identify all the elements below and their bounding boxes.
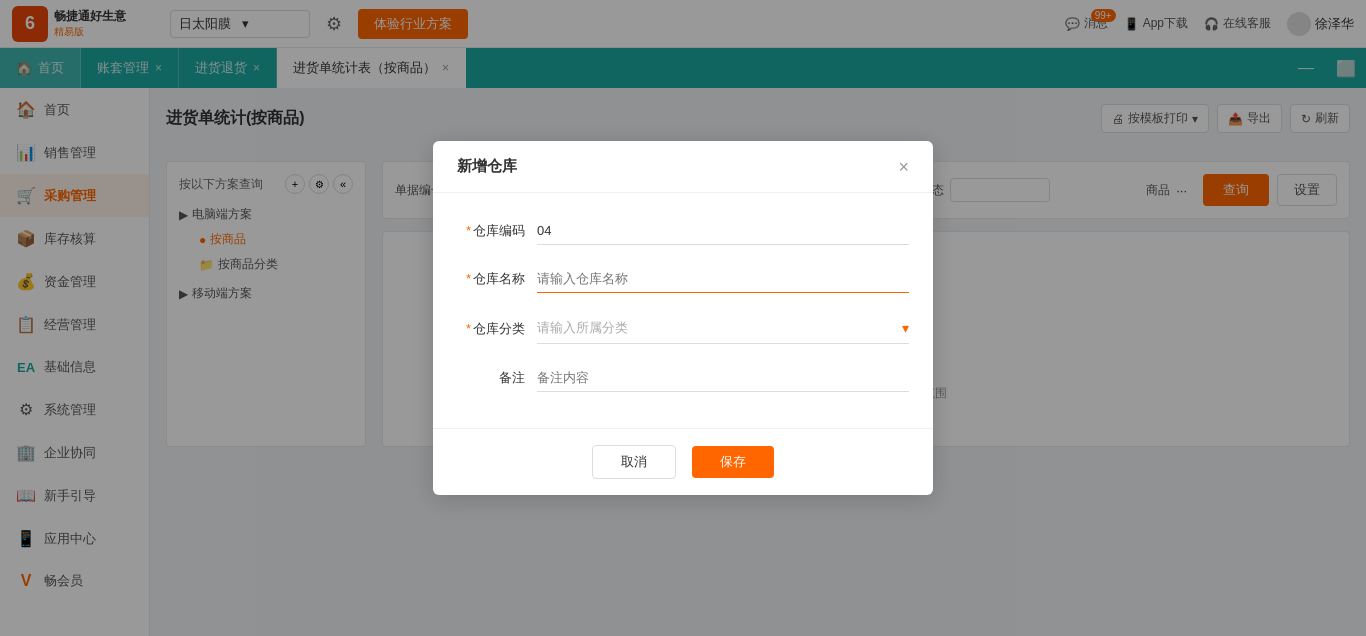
name-input[interactable] — [537, 265, 909, 293]
category-placeholder: 请输入所属分类 — [537, 319, 628, 337]
modal-footer: 取消 保存 — [433, 428, 933, 495]
category-dropdown-icon: ▾ — [902, 320, 909, 336]
modal-title: 新增仓库 — [457, 157, 517, 176]
code-input[interactable] — [537, 217, 909, 245]
category-select[interactable]: 请输入所属分类 ▾ — [537, 313, 909, 344]
modal-overlay: 新增仓库 × 仓库编码 仓库名称 仓库分类 请输入所属分类 ▾ — [0, 0, 1366, 636]
modal-close-button[interactable]: × — [898, 158, 909, 176]
save-button[interactable]: 保存 — [692, 446, 774, 478]
form-row-note: 备注 — [457, 364, 909, 392]
note-input[interactable] — [537, 364, 909, 392]
category-label: 仓库分类 — [457, 320, 537, 338]
new-warehouse-modal: 新增仓库 × 仓库编码 仓库名称 仓库分类 请输入所属分类 ▾ — [433, 141, 933, 495]
modal-body: 仓库编码 仓库名称 仓库分类 请输入所属分类 ▾ 备注 — [433, 193, 933, 428]
form-row-category: 仓库分类 请输入所属分类 ▾ — [457, 313, 909, 344]
note-label: 备注 — [457, 369, 537, 387]
code-label: 仓库编码 — [457, 222, 537, 240]
form-row-code: 仓库编码 — [457, 217, 909, 245]
cancel-button[interactable]: 取消 — [592, 445, 676, 479]
modal-header: 新增仓库 × — [433, 141, 933, 193]
name-label: 仓库名称 — [457, 270, 537, 288]
form-row-name: 仓库名称 — [457, 265, 909, 293]
